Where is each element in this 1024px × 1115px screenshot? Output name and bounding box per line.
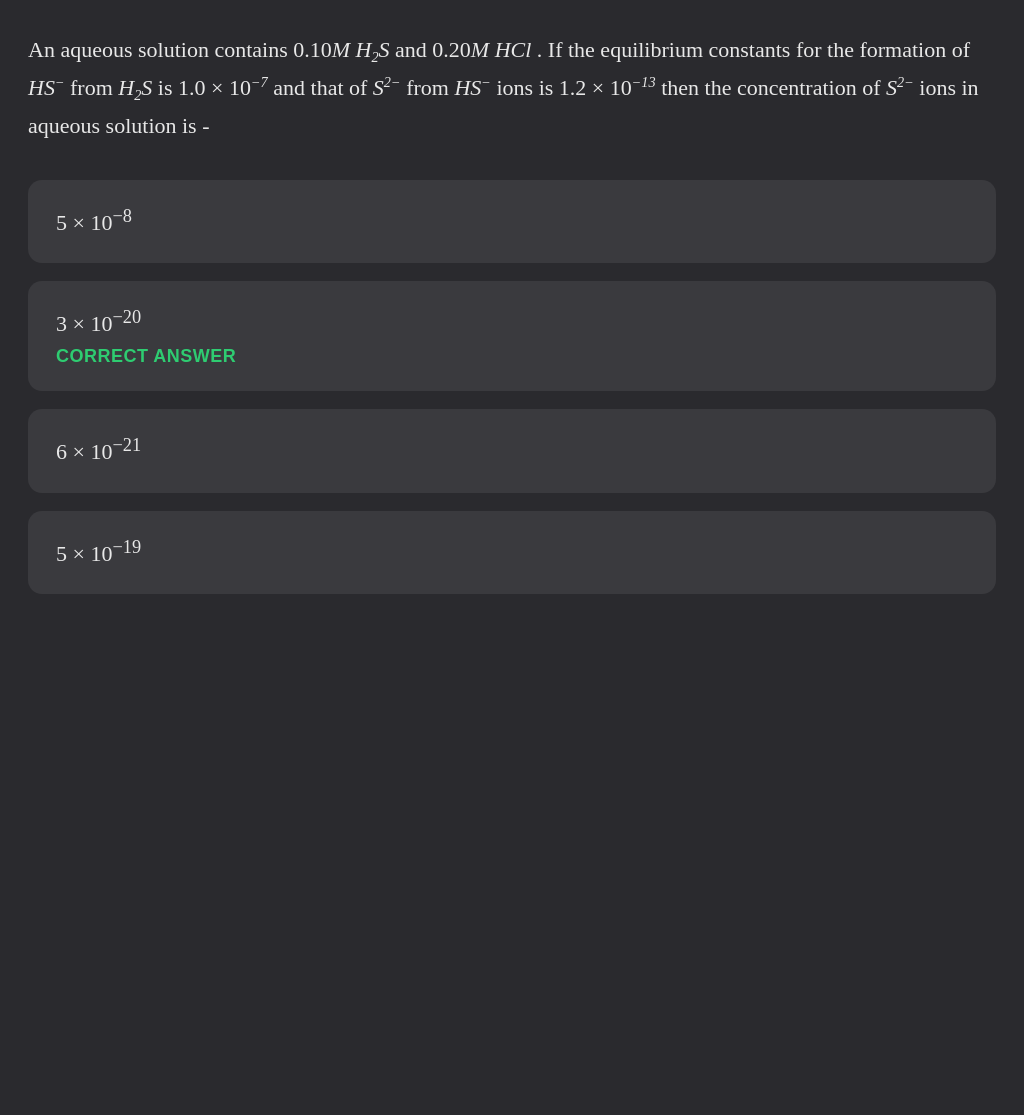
option-b[interactable]: 3 × 10−20 CORRECT ANSWER bbox=[28, 281, 996, 391]
option-d[interactable]: 5 × 10−19 bbox=[28, 511, 996, 594]
option-a-text: 5 × 10−8 bbox=[56, 204, 968, 239]
correct-answer-label: CORRECT ANSWER bbox=[56, 346, 968, 367]
question-text: An aqueous solution contains 0.10M H2S a… bbox=[28, 32, 996, 144]
options-container: 5 × 10−8 3 × 10−20 CORRECT ANSWER 6 × 10… bbox=[28, 180, 996, 594]
option-b-text: 3 × 10−20 bbox=[56, 305, 968, 340]
option-c-text: 6 × 10−21 bbox=[56, 433, 968, 468]
question-container: An aqueous solution contains 0.10M H2S a… bbox=[28, 32, 996, 594]
option-a[interactable]: 5 × 10−8 bbox=[28, 180, 996, 263]
option-c[interactable]: 6 × 10−21 bbox=[28, 409, 996, 492]
option-d-text: 5 × 10−19 bbox=[56, 535, 968, 570]
